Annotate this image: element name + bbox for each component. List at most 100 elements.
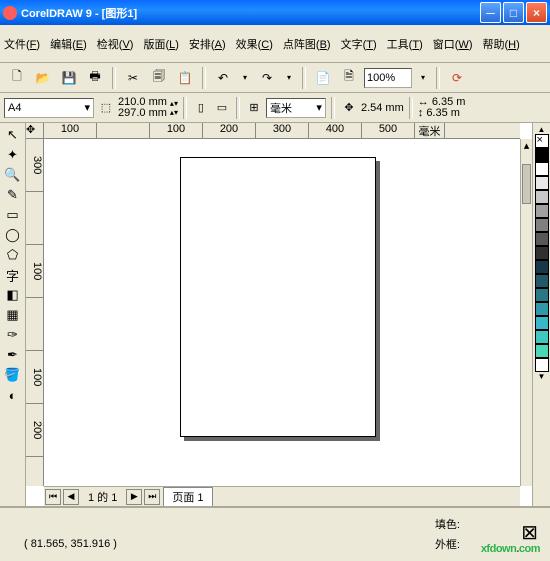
last-page-button[interactable]: ⏭ [144,489,160,505]
app-icon [3,6,17,20]
zoom-input[interactable] [367,72,409,84]
horizontal-ruler[interactable]: 100100200300400500毫米 [44,123,520,139]
eyedropper-tool[interactable]: ✑ [1,325,25,345]
no-color-swatch[interactable]: × [535,134,549,148]
zoom-combo[interactable] [364,68,412,88]
color-swatch[interactable] [535,176,549,190]
statusbar: ( 81.565, 351.916 ) 填色: 外框: ⊠ xfdown.com [0,507,550,561]
duplicate-offset: ↔ 6.35 m ↕ 6.35 m [418,97,466,119]
new-button[interactable]: 🗋 [6,67,28,89]
color-swatch[interactable] [535,204,549,218]
interactive-fill-tool[interactable]: ◧ [1,285,25,305]
color-swatch[interactable] [535,190,549,204]
page-rect [180,157,376,437]
canvas-area: ✥ 100100200300400500毫米 300100100200 ▴ ⏮ … [26,123,532,506]
outline-tool[interactable]: ✒ [1,345,25,365]
menubar: 文件(F) 编辑(E) 检视(V) 版面(L) 安排(A) 效果(C) 点阵图(… [0,25,550,63]
portrait-icon: ⬚ [97,99,115,117]
window-buttons: ─ □ × [480,2,547,23]
menu-effects[interactable]: 效果(C) [236,36,273,52]
workspace: ↖ ✦ 🔍 ✎ ▭ ◯ ⬠ 字 ◧ ▦ ✑ ✒ 🪣 ◐ ✥ 1001002003… [0,123,550,507]
undo-dropdown[interactable]: ▾ [238,69,252,87]
interactive-tool[interactable]: ◐ [1,385,25,405]
close-button[interactable]: × [526,2,547,23]
export-button[interactable]: 🗎 [338,67,360,89]
nudge-value[interactable]: 2.54 mm [361,102,404,114]
zoom-tool[interactable]: 🔍 [1,165,25,185]
menu-view[interactable]: 检视(V) [97,36,134,52]
fill-tool[interactable]: 🪣 [1,365,25,385]
vertical-scrollbar[interactable]: ▴ [520,139,532,486]
page-height[interactable]: 297.0 mm [118,108,167,119]
import-button[interactable]: 📄 [312,67,334,89]
ruler-origin[interactable]: ✥ [26,123,44,139]
color-swatch[interactable] [535,260,549,274]
color-swatch[interactable] [535,246,549,260]
color-swatch[interactable] [535,148,549,162]
drawing-canvas[interactable] [44,139,520,486]
open-button[interactable]: 📂 [32,67,54,89]
save-button[interactable]: 💾 [58,67,80,89]
ellipse-tool[interactable]: ◯ [1,225,25,245]
corel-online-button[interactable]: ⟳ [446,67,468,89]
next-page-button[interactable]: ▶ [126,489,142,505]
menu-window[interactable]: 窗口(W) [433,36,473,52]
palette-up-arrow[interactable]: ▲ [538,125,546,134]
property-bar: A4▾ ⬚ 210.0 mm 297.0 mm ▴▾▴▾ ▯ ▭ ⊞ 毫米▾ ✥… [0,93,550,123]
landscape-button[interactable]: ▭ [213,99,231,117]
page-width[interactable]: 210.0 mm [118,97,167,108]
color-swatch[interactable] [535,162,549,176]
menu-bitmap[interactable]: 点阵图(B) [283,36,331,52]
rectangle-tool[interactable]: ▭ [1,205,25,225]
units-combo[interactable]: 毫米▾ [266,98,326,118]
print-button[interactable]: 🖶 [84,67,106,89]
color-swatch[interactable] [535,344,549,358]
color-swatch[interactable] [535,302,549,316]
color-swatch[interactable] [535,316,549,330]
color-swatch[interactable] [535,288,549,302]
color-swatch[interactable] [535,218,549,232]
vertical-ruler[interactable]: 300100100200 [26,139,44,486]
menu-text[interactable]: 文字(T) [341,36,377,52]
paste-button[interactable]: 📋 [174,67,196,89]
polygon-tool[interactable]: ⬠ [1,245,25,265]
cursor-coordinates: ( 81.565, 351.916 ) [24,538,117,550]
titlebar: CorelDRAW 9 - [图形1] ─ □ × [0,0,550,25]
menu-help[interactable]: 帮助(H) [482,36,519,52]
prev-page-button[interactable]: ◀ [63,489,79,505]
menu-edit[interactable]: 编辑(E) [50,36,87,52]
standard-toolbar: 🗋 📂 💾 🖶 ✂ 🗐 📋 ↶ ▾ ↷ ▾ 📄 🗎 ▾ ⟳ [0,63,550,93]
redo-dropdown[interactable]: ▾ [282,69,296,87]
page-tab-1[interactable]: 页面 1 [163,487,212,507]
page-dims: 210.0 mm 297.0 mm [118,97,167,119]
menu-tools[interactable]: 工具(T) [387,36,423,52]
menu-arrange[interactable]: 安排(A) [189,36,226,52]
page-navigator: ⏮ ◀ 1 的 1 ▶ ⏭ 页面 1 [44,486,520,506]
maximize-button[interactable]: □ [503,2,524,23]
menu-layout[interactable]: 版面(L) [143,36,178,52]
first-page-button[interactable]: ⏮ [45,489,61,505]
color-swatch[interactable] [535,358,549,372]
undo-button[interactable]: ↶ [212,67,234,89]
interactive-transparency-tool[interactable]: ▦ [1,305,25,325]
fill-label: 填色: [435,516,460,532]
freehand-tool[interactable]: ✎ [1,185,25,205]
zoom-dropdown[interactable]: ▾ [416,69,430,87]
redo-button[interactable]: ↷ [256,67,278,89]
cut-button[interactable]: ✂ [122,67,144,89]
watermark: xfdown.com [481,536,540,557]
menu-file[interactable]: 文件(F) [4,36,40,52]
palette-down-arrow[interactable]: ▼ [538,372,546,381]
color-swatch[interactable] [535,274,549,288]
minimize-button[interactable]: ─ [480,2,501,23]
color-swatch[interactable] [535,232,549,246]
horizontal-scrollbar[interactable] [217,490,520,504]
window-title: CorelDRAW 9 - [图形1] [21,5,480,21]
copy-button[interactable]: 🗐 [148,67,170,89]
portrait-button[interactable]: ▯ [192,99,210,117]
page-size-combo[interactable]: A4▾ [4,98,94,118]
shape-tool[interactable]: ✦ [1,145,25,165]
color-swatch[interactable] [535,330,549,344]
pick-tool[interactable]: ↖ [1,125,25,145]
text-tool[interactable]: 字 [1,265,25,285]
